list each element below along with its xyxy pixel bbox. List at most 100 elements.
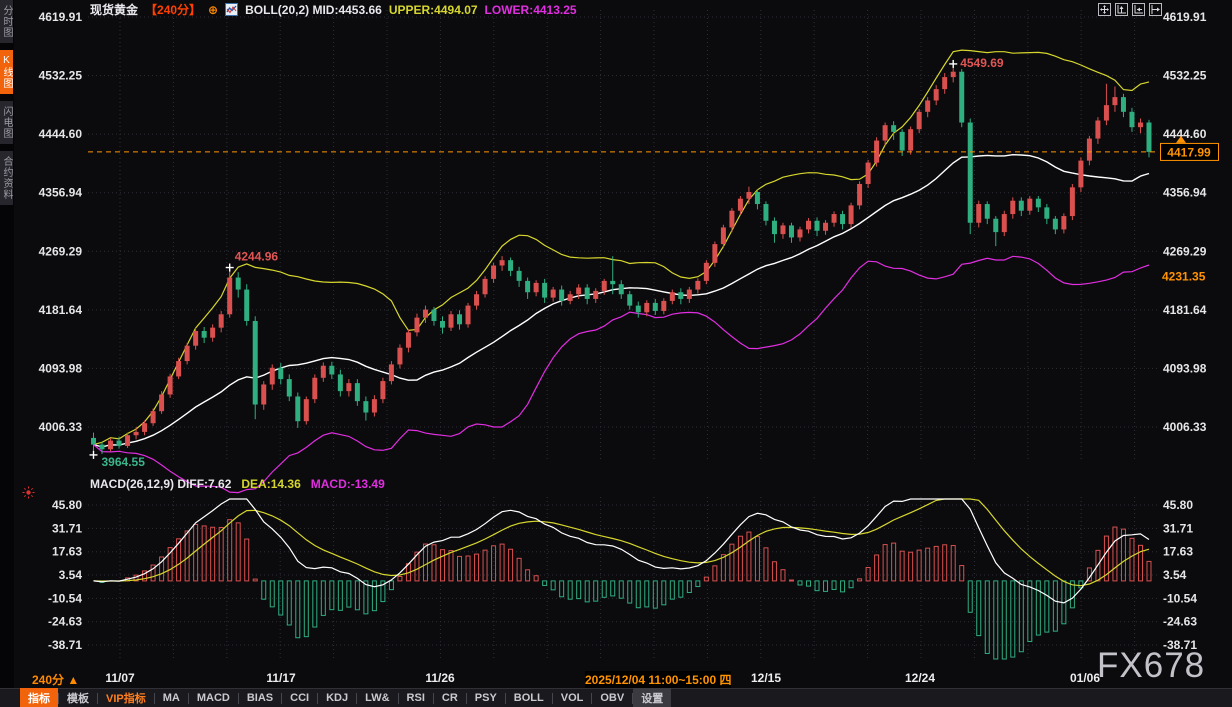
boll-mid-line: [93, 153, 1150, 448]
macd-bar: [397, 575, 403, 582]
macd-bar: [1027, 580, 1033, 642]
macd-bar: [201, 525, 207, 582]
candle-body: [516, 270, 522, 281]
axis-zoom-vertical-icon[interactable]: [1115, 3, 1128, 16]
candle-body: [882, 125, 888, 141]
kline-chart-canvas[interactable]: 4619.91 4619.91 4532.25 4532.25 4444.60 4444.…: [0, 0, 1232, 664]
candle-body: [363, 401, 369, 413]
candle-body: [320, 365, 326, 378]
price-tick-left: 4444.60: [39, 127, 83, 141]
macd-tick-right: 3.54: [1163, 568, 1187, 582]
macd-bar: [1044, 580, 1050, 633]
candle-body: [1129, 111, 1135, 128]
candle-body: [235, 277, 241, 290]
candle-body: [976, 204, 982, 223]
macd-bar: [269, 580, 275, 608]
toolbar-button-CCI[interactable]: CCI: [282, 690, 317, 706]
sidebar-tab-2[interactable]: 闪电图: [0, 101, 13, 144]
macd-bar: [559, 580, 565, 598]
macd-bar: [337, 580, 343, 611]
toolbar-button-BIAS[interactable]: BIAS: [239, 690, 281, 706]
toolbar-button-VOL[interactable]: VOL: [553, 690, 592, 706]
toolbar-button-KDJ[interactable]: KDJ: [318, 690, 356, 706]
candle-body: [1103, 105, 1109, 121]
selected-bar-time: 2025/12/04 11:00~15:00 四: [585, 671, 732, 688]
toolbar-button-CR[interactable]: CR: [434, 690, 466, 706]
indicator-chart-icon: [225, 3, 239, 16]
candle-body: [1035, 198, 1041, 208]
candle-body: [397, 347, 403, 365]
toolbar-button-指标[interactable]: 指标: [20, 688, 58, 707]
annotation-label: 4244.96: [235, 250, 279, 264]
macd-bar: [993, 580, 999, 660]
sidebar-tab-0[interactable]: 分时图: [0, 0, 13, 43]
macd-bar: [712, 565, 718, 582]
toolbar-button-MA[interactable]: MA: [155, 690, 188, 706]
interval-selector[interactable]: 240分 ▲: [32, 671, 79, 688]
sidebar-tab-1[interactable]: K线图: [0, 50, 13, 94]
toolbar-button-PSY[interactable]: PSY: [467, 690, 505, 706]
candle-body: [533, 282, 539, 293]
toolbar-button-RSI[interactable]: RSI: [399, 690, 433, 706]
candle-body: [661, 300, 667, 311]
macd-bar: [797, 580, 803, 586]
candle-body: [439, 320, 445, 328]
macd-bar: [1146, 560, 1152, 582]
candle-body: [1052, 218, 1058, 230]
timeframe-label: 【240分】: [145, 3, 202, 17]
toolbar-button-MACD[interactable]: MACD: [189, 690, 238, 706]
pan-icon[interactable]: [1098, 3, 1111, 16]
macd-bar: [448, 550, 454, 582]
candle-body: [99, 444, 105, 450]
candle-body: [1069, 187, 1075, 217]
macd-bar: [686, 580, 692, 594]
candle-body: [422, 309, 428, 318]
date-label: 11/17: [266, 671, 296, 685]
macd-bar: [720, 554, 726, 582]
macd-bar: [1018, 580, 1024, 653]
sidebar-tab-3[interactable]: 合约资料: [0, 151, 13, 205]
toolbar-button-LW&[interactable]: LW&: [357, 690, 397, 706]
toolbar-button-VIP指标[interactable]: VIP指标: [98, 688, 154, 707]
candle-body: [1001, 214, 1007, 233]
macd-bar: [925, 547, 931, 582]
time-axis: 240分 ▲ 2025/12/04 11:00~15:00 四 11/07 11/…: [0, 664, 1232, 688]
candle-body: [559, 289, 565, 301]
toolbar-button-设置[interactable]: 设置: [633, 688, 672, 707]
price-tick-right: 4093.98: [1163, 361, 1207, 375]
macd-bar: [354, 580, 360, 611]
candle-body: [405, 332, 411, 348]
indicator-settings-icon[interactable]: [22, 486, 35, 499]
boll-lower-value: LOWER:4413.25: [484, 2, 577, 17]
boll-mid-value: BOLL(20,2) MID:4453.66: [245, 2, 382, 17]
macd-tick-right: -10.54: [1163, 591, 1197, 605]
macd-bar: [388, 580, 394, 591]
toolbar-button-BOLL[interactable]: BOLL: [506, 690, 552, 706]
price-tick-right: 4532.25: [1163, 69, 1207, 83]
zoom-plus-icon[interactable]: ⊕: [208, 3, 218, 17]
macd-bar: [840, 580, 846, 593]
candle-body: [891, 125, 897, 132]
macd-tick-left: 17.63: [52, 545, 82, 559]
candle-body: [491, 265, 497, 279]
shift-right-icon[interactable]: [1149, 3, 1162, 16]
price-tick-right: 4181.64: [1163, 303, 1207, 317]
macd-bar: [950, 545, 956, 582]
macd-dea-value: DEA:14.36: [241, 477, 301, 491]
macd-bar: [286, 580, 292, 626]
candle-body: [91, 437, 96, 445]
candle-body: [993, 218, 999, 233]
toolbar-button-模板[interactable]: 模板: [59, 688, 97, 707]
axis-zoom-horizontal-icon[interactable]: [1132, 3, 1145, 16]
candle-body: [1078, 160, 1084, 188]
candle-body: [457, 314, 463, 325]
macd-bar: [627, 580, 633, 604]
candle-body: [465, 305, 471, 325]
macd-bar: [363, 580, 369, 615]
macd-bar: [593, 580, 599, 602]
annotation-label: 3964.55: [102, 455, 146, 469]
candle-body: [797, 229, 803, 238]
candle-body: [1018, 200, 1024, 211]
toolbar-button-OBV[interactable]: OBV: [592, 690, 632, 706]
candle-body: [337, 374, 343, 392]
